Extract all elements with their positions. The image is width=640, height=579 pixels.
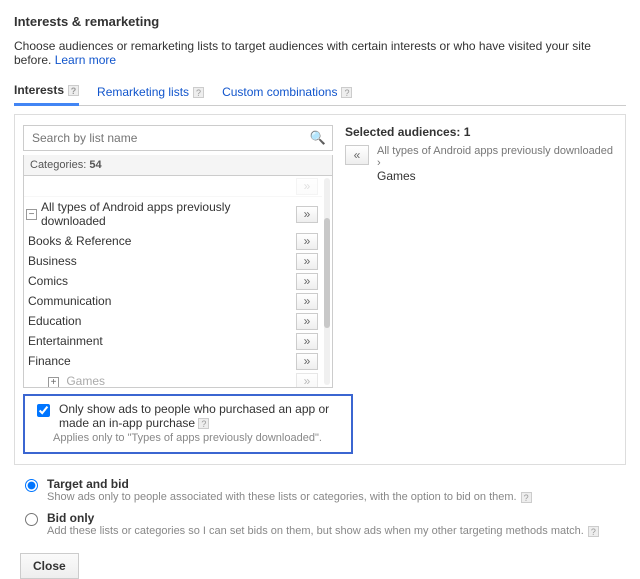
- add-button[interactable]: »: [296, 293, 318, 310]
- add-button[interactable]: »: [296, 273, 318, 290]
- radio-bidonly-sub: Add these lists or categories so I can s…: [47, 525, 584, 537]
- radio-bidonly-input[interactable]: [25, 513, 38, 526]
- category-list: » − All types of Android apps previously…: [23, 176, 333, 388]
- tab-custom[interactable]: Custom combinations ?: [222, 79, 352, 105]
- tab-interests[interactable]: Interests ?: [14, 77, 79, 106]
- purchase-filter-label: Only show ads to people who purchased an…: [59, 402, 343, 430]
- list-item[interactable]: »: [24, 176, 322, 197]
- radio-bid-only[interactable]: Bid only Add these lists or categories s…: [20, 511, 620, 537]
- list-item[interactable]: Comics»: [24, 271, 322, 291]
- list-item[interactable]: Business»: [24, 251, 322, 271]
- add-button[interactable]: »: [296, 373, 318, 389]
- tab-custom-label: Custom combinations: [222, 85, 337, 99]
- list-item[interactable]: Books & Reference»: [24, 231, 322, 251]
- add-button[interactable]: »: [296, 206, 318, 223]
- learn-more-link[interactable]: Learn more: [55, 53, 116, 67]
- help-icon[interactable]: ?: [193, 87, 204, 98]
- tab-remarketing[interactable]: Remarketing lists ?: [97, 79, 204, 105]
- purchase-filter-sub: Applies only to "Types of apps previousl…: [53, 432, 343, 444]
- help-icon[interactable]: ?: [521, 492, 532, 503]
- search-icon: 🔍: [310, 130, 326, 146]
- page-description: Choose audiences or remarketing lists to…: [14, 39, 626, 67]
- add-button[interactable]: »: [296, 253, 318, 270]
- scrollbar[interactable]: [324, 178, 330, 385]
- list-item-parent[interactable]: − All types of Android apps previously d…: [24, 197, 322, 231]
- tab-interests-label: Interests: [14, 83, 64, 97]
- help-icon[interactable]: ?: [341, 87, 352, 98]
- selected-audiences-title: Selected audiences: 1: [345, 125, 617, 139]
- add-button[interactable]: »: [296, 233, 318, 250]
- list-item[interactable]: Finance»: [24, 351, 322, 371]
- radio-target-and-bid[interactable]: Target and bid Show ads only to people a…: [20, 477, 620, 503]
- radio-target-sub: Show ads only to people associated with …: [47, 491, 517, 503]
- selected-name: Games: [377, 169, 617, 183]
- add-button[interactable]: »: [296, 313, 318, 330]
- search-input-container[interactable]: 🔍: [23, 125, 333, 151]
- add-button[interactable]: »: [296, 333, 318, 350]
- list-item[interactable]: Education»: [24, 311, 322, 331]
- category-parent-label: All types of Android apps previously dow…: [41, 197, 296, 231]
- add-button[interactable]: »: [296, 353, 318, 370]
- help-icon[interactable]: ?: [198, 418, 209, 429]
- radio-target-input[interactable]: [25, 479, 38, 492]
- purchase-filter-checkbox[interactable]: [37, 404, 50, 417]
- list-item[interactable]: Entertainment»: [24, 331, 322, 351]
- add-button[interactable]: »: [296, 178, 318, 195]
- categories-bar: Categories: 54: [23, 155, 333, 176]
- radio-bidonly-label: Bid only: [47, 511, 94, 525]
- scroll-thumb[interactable]: [324, 218, 330, 328]
- list-item[interactable]: Communication»: [24, 291, 322, 311]
- collapse-icon[interactable]: −: [26, 209, 37, 220]
- categories-count: 54: [89, 159, 101, 171]
- help-icon[interactable]: ?: [588, 526, 599, 537]
- expand-icon[interactable]: +: [48, 377, 59, 388]
- remove-button[interactable]: «: [345, 145, 369, 165]
- radio-target-label: Target and bid: [47, 477, 129, 491]
- close-button[interactable]: Close: [20, 553, 79, 579]
- search-input[interactable]: [30, 130, 310, 146]
- targeting-panel: 🔍 Categories: 54 » − All types of Androi…: [14, 114, 626, 465]
- page-title: Interests & remarketing: [14, 14, 626, 29]
- purchase-filter-block: Only show ads to people who purchased an…: [23, 394, 353, 454]
- selected-breadcrumb: All types of Android apps previously dow…: [377, 145, 617, 169]
- selected-audience-item: « All types of Android apps previously d…: [345, 145, 617, 183]
- tab-bar: Interests ? Remarketing lists ? Custom c…: [14, 77, 626, 106]
- list-item-expandable[interactable]: + Games »: [24, 371, 322, 388]
- categories-label: Categories:: [30, 159, 86, 171]
- help-icon[interactable]: ?: [68, 85, 79, 96]
- tab-remarketing-label: Remarketing lists: [97, 85, 189, 99]
